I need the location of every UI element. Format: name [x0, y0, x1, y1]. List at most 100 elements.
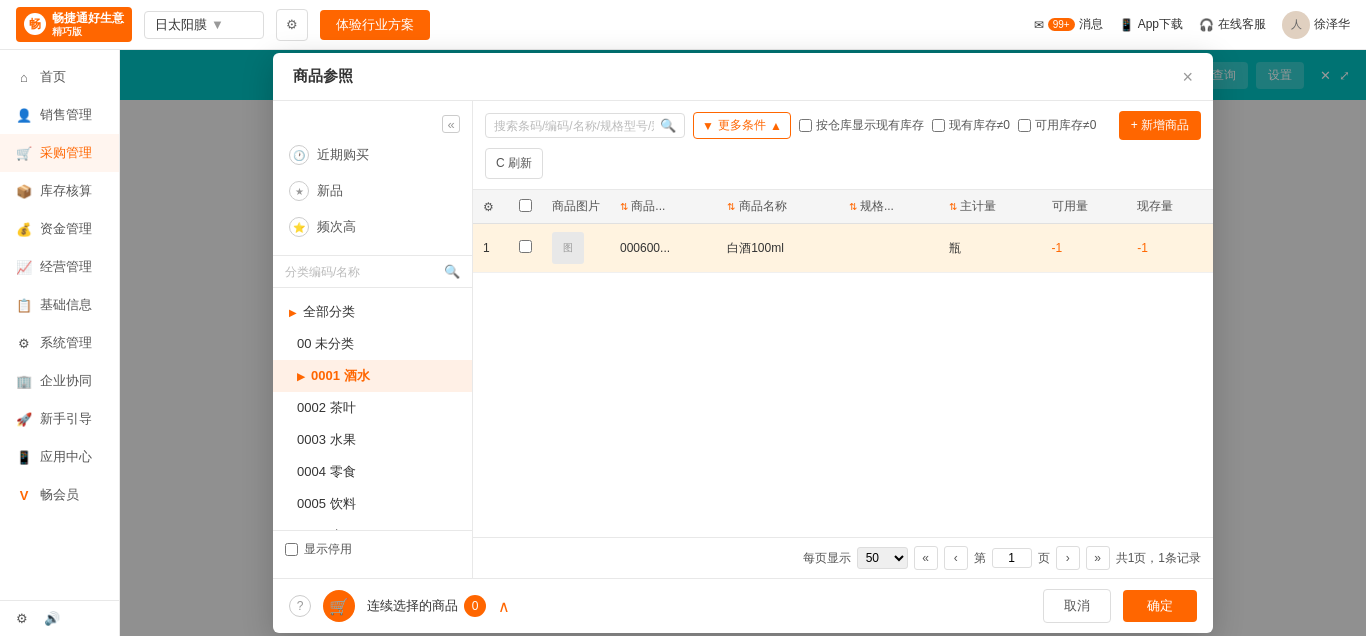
- col-spec-label: 规格...: [860, 199, 894, 213]
- show-disabled-label[interactable]: 显示停用: [285, 541, 460, 558]
- company-selector[interactable]: 日太阳膜 ▼: [144, 11, 264, 39]
- col-avail-label: 可用量: [1052, 199, 1088, 213]
- modal-overlay: 商品参照 × « 🕐: [120, 50, 1366, 636]
- tree-item-all[interactable]: ▶ 全部分类: [273, 296, 472, 328]
- checkbox-stock-ne0[interactable]: 现有库存≠0: [932, 117, 1010, 134]
- cell-stock: -1: [1127, 224, 1213, 273]
- app-icon: 📱: [1119, 18, 1134, 32]
- sidebar-item-label: 基础信息: [40, 296, 92, 314]
- confirm-button[interactable]: 确定: [1123, 590, 1197, 622]
- table-row[interactable]: 1 图 000600... 白酒100ml: [473, 224, 1213, 273]
- tree-item-0001[interactable]: ▶ 0001 酒水: [273, 360, 472, 392]
- avail-ne0-checkbox[interactable]: [1018, 119, 1031, 132]
- prev-page-button[interactable]: ‹: [944, 546, 968, 570]
- warehouse-checkbox[interactable]: [799, 119, 812, 132]
- row-checkbox[interactable]: [519, 240, 532, 253]
- modal-left-footer: 显示停用: [273, 530, 472, 568]
- sidebar-item-system[interactable]: ⚙ 系统管理: [0, 324, 119, 362]
- add-product-button[interactable]: + 新增商品: [1119, 111, 1201, 140]
- product-search-input[interactable]: [494, 119, 654, 133]
- col-code-header[interactable]: ⇅ 商品...: [610, 190, 717, 224]
- sidebar-item-label: 经营管理: [40, 258, 92, 276]
- refresh-button[interactable]: C 刷新: [485, 148, 543, 179]
- cell-checkbox: [509, 224, 542, 273]
- sidebar-item-member[interactable]: V 畅会员: [0, 476, 119, 514]
- next-page-button[interactable]: ›: [1056, 546, 1080, 570]
- sidebar-bottom-settings[interactable]: ⚙ 🔊: [0, 601, 119, 636]
- tree-item-0002[interactable]: 0002 茶叶: [273, 392, 472, 424]
- sort-icon: ⇅: [727, 201, 735, 212]
- operations-icon: 📈: [16, 259, 32, 275]
- modal-close-button[interactable]: ×: [1182, 68, 1193, 86]
- page-number-input[interactable]: [992, 548, 1032, 568]
- help-button[interactable]: ?: [289, 595, 311, 617]
- sidebar-item-operations[interactable]: 📈 经营管理: [0, 248, 119, 286]
- col-gear: ⚙: [473, 190, 509, 224]
- settings-icon[interactable]: ⚙: [276, 9, 308, 41]
- gear-icon[interactable]: ⚙: [483, 200, 494, 214]
- guide-icon: 🚀: [16, 411, 32, 427]
- show-disabled-checkbox[interactable]: [285, 543, 298, 556]
- gear-icon: ⚙: [16, 611, 28, 626]
- cell-spec: [839, 224, 939, 273]
- nav-frequent[interactable]: ⭐ 频次高: [273, 209, 472, 245]
- navbar: 畅 畅捷通好生意 精巧版 日太阳膜 ▼ ⚙ 体验行业方案 ✉ 99+ 消息 📱 …: [0, 0, 1366, 50]
- filter-button[interactable]: ▼ 更多条件 ▲: [693, 112, 791, 139]
- select-all-checkbox[interactable]: [519, 199, 532, 212]
- modal-toolbar: 🔍 ▼ 更多条件 ▲ 按仓库显示现有库存: [473, 101, 1213, 190]
- sidebar-item-apps[interactable]: 📱 应用中心: [0, 438, 119, 476]
- frequent-icon: ⭐: [289, 217, 309, 237]
- sidebar-item-label: 资金管理: [40, 220, 92, 238]
- col-name-header[interactable]: ⇅ 商品名称: [717, 190, 838, 224]
- user-item[interactable]: 人 徐泽华: [1282, 11, 1350, 39]
- first-page-button[interactable]: «: [914, 546, 938, 570]
- nav-new[interactable]: ★ 新品: [273, 173, 472, 209]
- filter-icon: ▼: [702, 119, 714, 133]
- checkbox-avail-ne0[interactable]: 可用库存≠0: [1018, 117, 1096, 134]
- sidebar-item-label: 首页: [40, 68, 66, 86]
- stock-ne0-checkbox[interactable]: [932, 119, 945, 132]
- search-icon[interactable]: 🔍: [444, 264, 460, 279]
- volume-icon: 🔊: [44, 611, 60, 626]
- online-service-item[interactable]: 🎧 在线客服: [1199, 16, 1266, 33]
- navbar-right: ✉ 99+ 消息 📱 App下载 🎧 在线客服 人 徐泽华: [1034, 11, 1350, 39]
- col-unit-header[interactable]: ⇅ 主计量: [939, 190, 1042, 224]
- checkbox-stock-label: 现有库存≠0: [949, 117, 1010, 134]
- app-download-item[interactable]: 📱 App下载: [1119, 16, 1183, 33]
- company-name: 日太阳膜: [155, 16, 207, 34]
- sidebar-item-sales[interactable]: 👤 销售管理: [0, 96, 119, 134]
- category-search-input[interactable]: [285, 265, 438, 279]
- page-suffix: 页: [1038, 550, 1050, 567]
- tree-item-00[interactable]: 00 未分类: [273, 328, 472, 360]
- cancel-button[interactable]: 取消: [1043, 589, 1111, 623]
- sidebar-item-finance[interactable]: 💰 资金管理: [0, 210, 119, 248]
- tree-item-0004[interactable]: 0004 零食: [273, 456, 472, 488]
- sidebar-item-guide[interactable]: 🚀 新手引导: [0, 400, 119, 438]
- search-icon[interactable]: 🔍: [660, 118, 676, 133]
- sidebar-item-basic[interactable]: 📋 基础信息: [0, 286, 119, 324]
- checkbox-warehouse[interactable]: 按仓库显示现有库存: [799, 117, 924, 134]
- collapse-nav-button[interactable]: «: [442, 115, 460, 133]
- sidebar-item-inventory[interactable]: 📦 库存核算: [0, 172, 119, 210]
- sidebar-item-purchase[interactable]: 🛒 采购管理: [0, 134, 119, 172]
- sidebar-item-enterprise[interactable]: 🏢 企业协同: [0, 362, 119, 400]
- recent-icon: 🕐: [289, 145, 309, 165]
- message-item[interactable]: ✉ 99+ 消息: [1034, 16, 1103, 33]
- sidebar-item-label: 系统管理: [40, 334, 92, 352]
- col-spec-header[interactable]: ⇅ 规格...: [839, 190, 939, 224]
- tree-arrow-icon: ▶: [297, 371, 305, 382]
- tree-item-0003[interactable]: 0003 水果: [273, 424, 472, 456]
- per-page-select[interactable]: 50 10 20 100: [857, 547, 908, 569]
- brand-line2: 精巧版: [52, 26, 124, 38]
- nav-recent[interactable]: 🕐 近期购买: [273, 137, 472, 173]
- tree-item-0005[interactable]: 0005 饮料: [273, 488, 472, 520]
- sidebar-item-home[interactable]: ⌂ 首页: [0, 58, 119, 96]
- per-page-label: 每页显示: [803, 550, 851, 567]
- footer-collapse-icon[interactable]: ∧: [498, 597, 510, 616]
- tree-item-0008[interactable]: 0008 水: [273, 520, 472, 530]
- trial-button[interactable]: 体验行业方案: [320, 10, 430, 40]
- cart-icon[interactable]: 🛒: [323, 590, 355, 622]
- last-page-button[interactable]: »: [1086, 546, 1110, 570]
- sidebar-item-label: 企业协同: [40, 372, 92, 390]
- cell-img: 图: [542, 224, 610, 273]
